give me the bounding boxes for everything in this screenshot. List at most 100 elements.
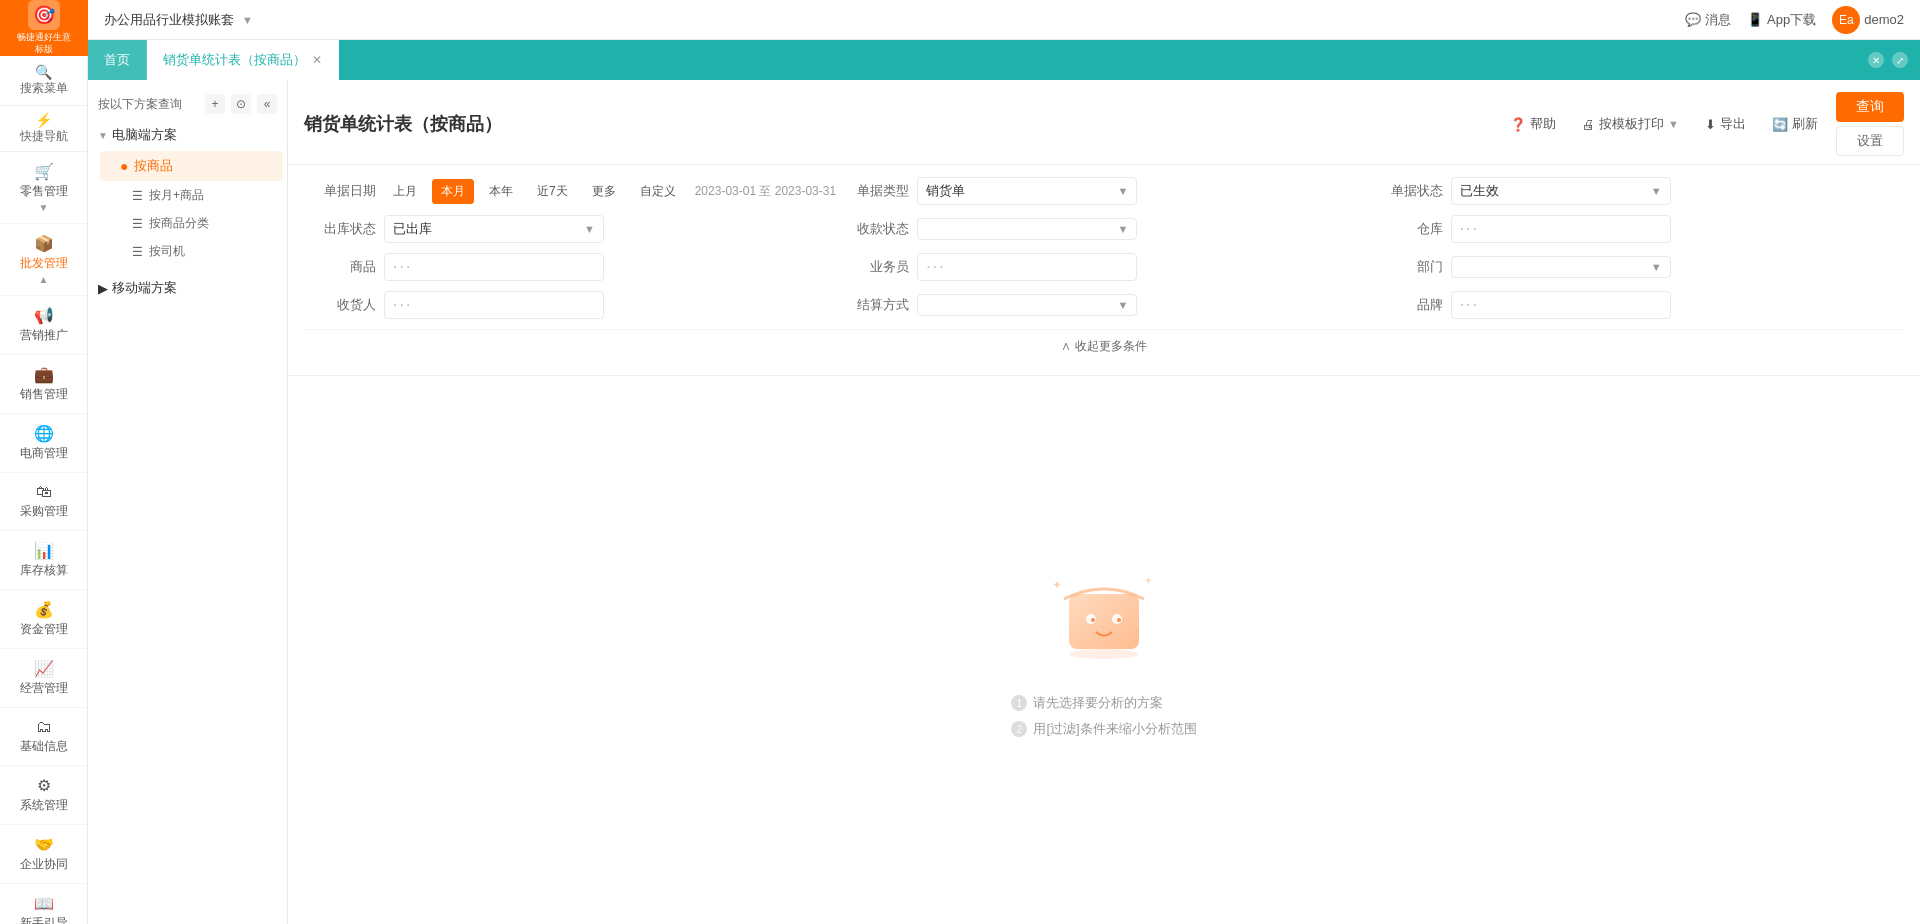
export-label: 导出 [1720, 115, 1746, 133]
plan-item-by-product[interactable]: ● 按商品 [100, 151, 283, 181]
doc-status-value: 已生效 [1460, 182, 1499, 200]
svg-point-8 [1069, 649, 1139, 659]
tab-close-icon[interactable]: ✕ [312, 53, 322, 67]
by-category-label: 按商品分类 [149, 215, 209, 232]
filter-row-4: 收货人 ··· 结算方式 ▼ 品牌 [304, 291, 1904, 319]
guide-icon: 📖 [34, 894, 54, 913]
filter-row-3: 商品 ··· 业务员 ··· 部门 [304, 253, 1904, 281]
industry-selector[interactable]: 办公用品行业模拟账套 [104, 11, 234, 29]
refresh-btn[interactable]: 🔄 刷新 [1764, 111, 1826, 137]
finance-icon: 💰 [34, 600, 54, 619]
salesperson-input[interactable]: ··· [917, 253, 1137, 281]
main-content: 办公用品行业模拟账套 ▼ 💬 消息 📱 App下载 Ea demo2 首页 销货… [88, 0, 1920, 924]
add-plan-btn[interactable]: + [205, 94, 225, 114]
doc-type-select[interactable]: 销货单 ▼ [917, 177, 1137, 205]
department-arrow-icon: ▼ [1651, 261, 1662, 273]
date-btn-more[interactable]: 更多 [583, 179, 625, 204]
plan-item-by-month-product[interactable]: ☰ 按月+商品 [100, 182, 283, 209]
tab-home[interactable]: 首页 [88, 40, 147, 80]
print-arrow-icon: ▼ [1668, 118, 1679, 130]
app-name: 畅捷通好生意 [17, 32, 71, 43]
window-maximize-btn[interactable]: ⤢ [1892, 52, 1908, 68]
query-button[interactable]: 查询 [1836, 92, 1904, 122]
sidebar-label-ecommerce: 电商管理 [20, 445, 68, 462]
out-status-filter: 已出库 ▼ [384, 215, 837, 243]
brand-input[interactable]: ··· [1451, 291, 1671, 319]
doc-type-arrow-icon: ▼ [1117, 185, 1128, 197]
receipt-status-select[interactable]: ▼ [917, 218, 1137, 240]
sidebar-label-sales: 销售管理 [20, 386, 68, 403]
sidebar-item-finance[interactable]: 💰 资金管理 [0, 590, 87, 649]
doc-status-select[interactable]: 已生效 ▼ [1451, 177, 1671, 205]
settings-button[interactable]: 设置 [1836, 126, 1904, 156]
out-status-select[interactable]: 已出库 ▼ [384, 215, 604, 243]
sidebar-item-basic[interactable]: 🗂 基础信息 [0, 708, 87, 766]
refresh-icon: 🔄 [1772, 117, 1788, 132]
sidebar-item-purchase[interactable]: 🛍 采购管理 [0, 473, 87, 531]
sidebar-item-collab[interactable]: 🤝 企业协同 [0, 825, 87, 884]
quick-nav[interactable]: ⚡ 快捷导航 [0, 106, 87, 152]
product-filter: ··· [384, 253, 837, 281]
sidebar-item-guide[interactable]: 📖 新手引导 [0, 884, 87, 924]
brand-dots: ··· [1460, 296, 1479, 314]
product-label: 商品 [304, 258, 384, 276]
quick-nav-label: 快捷导航 [20, 129, 68, 143]
tab-bar: 首页 销货单统计表（按商品） ✕ ✕ ⤢ [88, 40, 1920, 80]
refresh-plan-btn[interactable]: ⊙ [231, 94, 251, 114]
collapse-panel-btn[interactable]: « [257, 94, 277, 114]
dropdown-arrow-icon[interactable]: ▼ [242, 14, 253, 26]
sidebar-item-marketing[interactable]: 📢 营销推广 [0, 296, 87, 355]
department-select[interactable]: ▼ [1451, 256, 1671, 278]
page-title: 销货单统计表（按商品） [304, 112, 502, 136]
date-btn-last-month[interactable]: 上月 [384, 179, 426, 204]
export-btn[interactable]: ⬇ 导出 [1697, 111, 1754, 137]
sales-icon: 💼 [34, 365, 54, 384]
mobile-group-arrow: ▶ [98, 281, 108, 296]
user-profile[interactable]: Ea demo2 [1832, 6, 1904, 34]
sidebar-item-retail[interactable]: 🛒 零售管理 ▼ [0, 152, 87, 224]
settlement-filter: ▼ [917, 294, 1370, 316]
product-dots: ··· [393, 258, 412, 276]
help-btn[interactable]: ❓ 帮助 [1502, 111, 1564, 137]
plan-item-by-category[interactable]: ☰ 按商品分类 [100, 210, 283, 237]
filter-row-2: 出库状态 已出库 ▼ 收款状态 ▼ 仓库 [304, 215, 1904, 243]
date-btn-custom[interactable]: 自定义 [631, 179, 685, 204]
sidebar-item-inventory[interactable]: 📊 库存核算 [0, 531, 87, 590]
mobile-group-label: 移动端方案 [112, 279, 177, 297]
date-btn-this-month[interactable]: 本月 [432, 179, 474, 204]
right-panel: 销货单统计表（按商品） ❓ 帮助 🖨 按模板打印 ▼ ⬇ 导出 [288, 80, 1920, 924]
date-btn-7days[interactable]: 近7天 [528, 179, 577, 204]
sidebar-item-ecommerce[interactable]: 🌐 电商管理 [0, 414, 87, 473]
sidebar-item-sales[interactable]: 💼 销售管理 [0, 355, 87, 414]
desktop-group-title[interactable]: ▼ 电脑端方案 [88, 120, 287, 150]
sidebar-item-wholesale[interactable]: 📦 批发管理 ▲ [0, 224, 87, 296]
sidebar-item-system[interactable]: ⚙ 系统管理 [0, 766, 87, 825]
app-download-btn[interactable]: 📱 App下载 [1747, 11, 1816, 29]
message-btn[interactable]: 💬 消息 [1685, 11, 1731, 29]
sidebar-item-operations[interactable]: 📈 经营管理 [0, 649, 87, 708]
retail-arrow: ▼ [39, 202, 49, 213]
plan-item-by-machine[interactable]: ☰ 按司机 [100, 238, 283, 265]
department-label: 部门 [1371, 258, 1451, 276]
sidebar: 🎯 畅捷通好生意 标版 🔍 搜索菜单 ⚡ 快捷导航 🛒 零售管理 ▼ 📦 批发管… [0, 0, 88, 924]
tip-text-1: 请先选择要分析的方案 [1033, 694, 1163, 712]
ecommerce-icon: 🌐 [34, 424, 54, 443]
product-input[interactable]: ··· [384, 253, 604, 281]
settlement-select[interactable]: ▼ [917, 294, 1137, 316]
settlement-label: 结算方式 [837, 296, 917, 314]
mobile-group-title[interactable]: ▶ 移动端方案 [88, 273, 287, 303]
warehouse-input[interactable]: ··· [1451, 215, 1671, 243]
tab-sales-stat[interactable]: 销货单统计表（按商品） ✕ [147, 40, 339, 80]
print-label: 按模板打印 [1599, 115, 1664, 133]
recipient-input[interactable]: ··· [384, 291, 604, 319]
avatar: Ea [1832, 6, 1860, 34]
sidebar-label-collab: 企业协同 [20, 856, 68, 873]
search-menu[interactable]: 🔍 搜索菜单 [0, 56, 87, 106]
date-btn-this-year[interactable]: 本年 [480, 179, 522, 204]
window-close-btn[interactable]: ✕ [1868, 52, 1884, 68]
print-btn[interactable]: 🖨 按模板打印 ▼ [1574, 111, 1687, 137]
app-logo[interactable]: 🎯 畅捷通好生意 标版 [0, 0, 88, 56]
message-icon: 💬 [1685, 12, 1701, 27]
collapse-bar[interactable]: ∧ 收起更多条件 [304, 329, 1904, 363]
collab-icon: 🤝 [34, 835, 54, 854]
